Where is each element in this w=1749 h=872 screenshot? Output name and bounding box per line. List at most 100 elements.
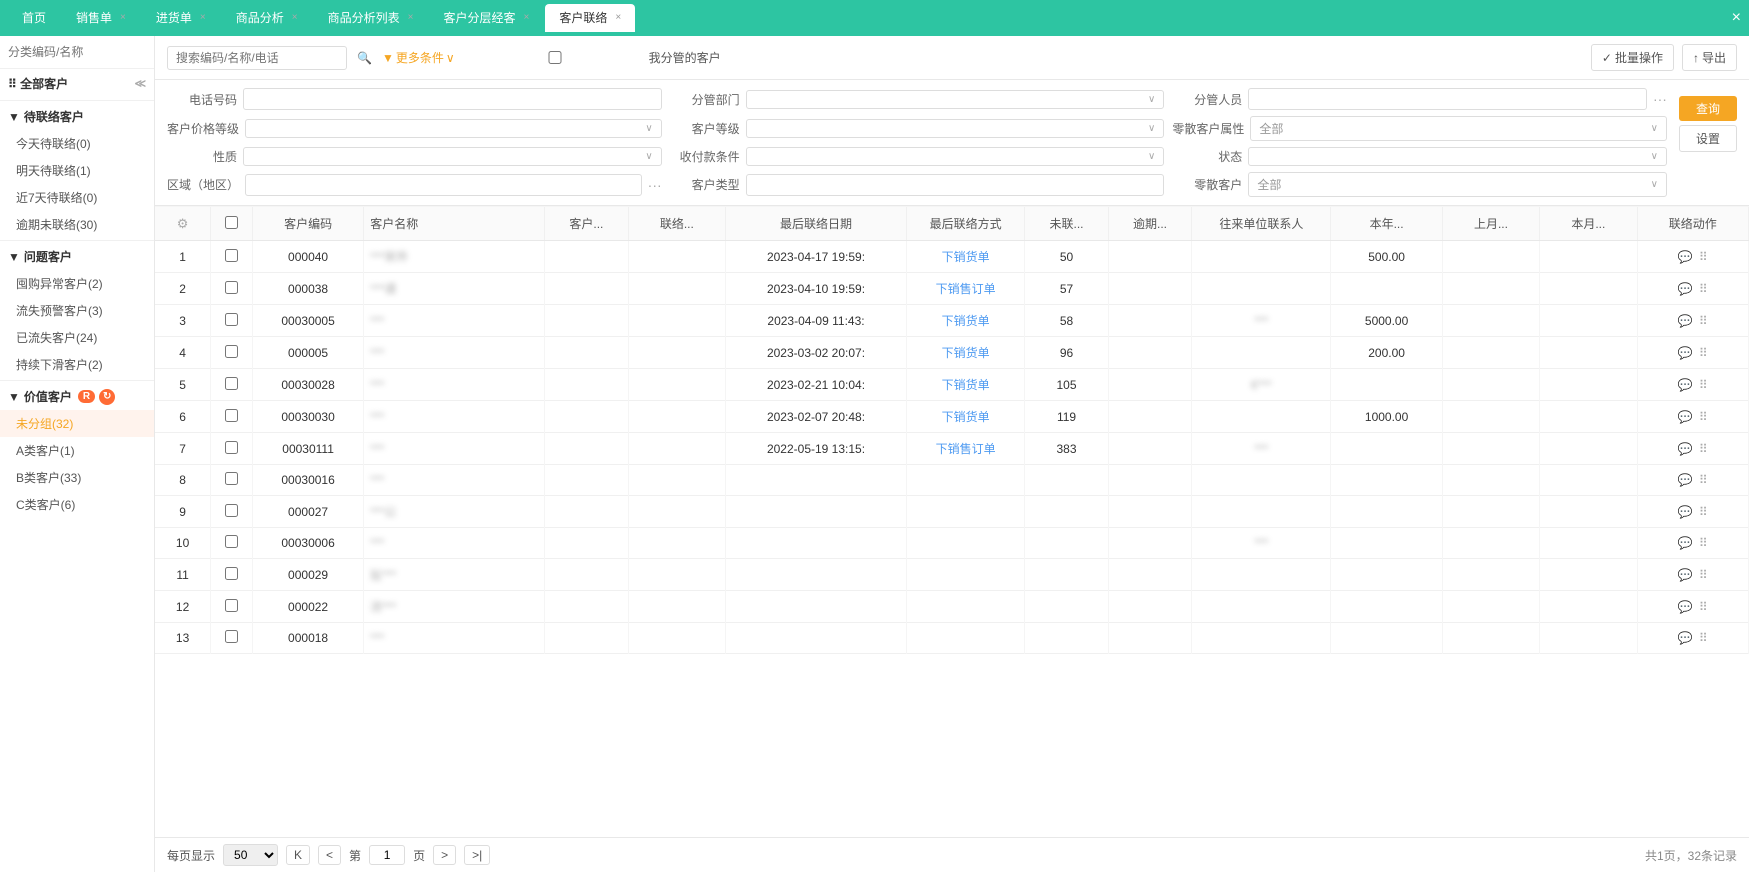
grid-icon[interactable]: ⠿ bbox=[1699, 346, 1708, 360]
message-icon[interactable]: 💬 bbox=[1678, 473, 1693, 487]
status-select[interactable]: ∨ bbox=[1248, 147, 1667, 166]
cell-checkbox[interactable] bbox=[211, 433, 253, 465]
grid-icon[interactable]: ⠿ bbox=[1699, 568, 1708, 582]
grid-icon[interactable]: ⠿ bbox=[1699, 631, 1708, 645]
message-icon[interactable]: 💬 bbox=[1678, 442, 1693, 456]
last-way-link[interactable]: 下销货单 bbox=[942, 410, 990, 424]
tab-customer-contact[interactable]: 客户联络 × bbox=[545, 4, 635, 32]
sidebar-item-tomorrow[interactable]: 明天待联络(1) bbox=[0, 157, 154, 184]
row-checkbox[interactable] bbox=[225, 504, 238, 517]
row-checkbox[interactable] bbox=[225, 281, 238, 294]
close-customer-segment-icon[interactable]: × bbox=[523, 4, 529, 32]
sidebar-search-input[interactable] bbox=[8, 45, 155, 59]
row-checkbox[interactable] bbox=[225, 441, 238, 454]
sidebar-item-ungroup[interactable]: 未分组(32) bbox=[0, 410, 154, 437]
last-way-link[interactable]: 下销货单 bbox=[942, 314, 990, 328]
sidebar-item-groupA[interactable]: A类客户(1) bbox=[0, 437, 154, 464]
tab-customer-segment[interactable]: 客户分层经客 × bbox=[429, 4, 543, 32]
problem-group-label[interactable]: ▼ 问题客户 bbox=[0, 243, 154, 270]
cell-checkbox[interactable] bbox=[211, 528, 253, 559]
level-select[interactable]: ∨ bbox=[746, 119, 1165, 138]
retail-cust-select[interactable]: 全部 ∨ bbox=[1248, 172, 1667, 197]
cell-last-way[interactable]: 下销货单 bbox=[906, 369, 1024, 401]
message-icon[interactable]: 💬 bbox=[1678, 631, 1693, 645]
row-checkbox[interactable] bbox=[225, 535, 238, 548]
pending-group-label[interactable]: ▼ 待联络客户 bbox=[0, 103, 154, 130]
grid-icon[interactable]: ⠿ bbox=[1699, 505, 1708, 519]
my-customers-check[interactable]: 我分管的客户 bbox=[465, 49, 721, 66]
sidebar-item-week[interactable]: 近7天待联络(0) bbox=[0, 184, 154, 211]
cell-checkbox[interactable] bbox=[211, 337, 253, 369]
region-dots-button[interactable]: ··· bbox=[648, 177, 662, 193]
grid-icon[interactable]: ⠿ bbox=[1699, 282, 1708, 296]
grid-icon[interactable]: ⠿ bbox=[1699, 442, 1708, 456]
cell-last-way[interactable]: 下销货单 bbox=[906, 401, 1024, 433]
cell-checkbox[interactable] bbox=[211, 623, 253, 654]
grid-icon[interactable]: ⠿ bbox=[1699, 314, 1708, 328]
cell-checkbox[interactable] bbox=[211, 559, 253, 591]
close-product-analysis-icon[interactable]: × bbox=[292, 4, 298, 32]
row-checkbox[interactable] bbox=[225, 599, 238, 612]
sidebar-item-groupB[interactable]: B类客户(33) bbox=[0, 464, 154, 491]
row-checkbox[interactable] bbox=[225, 409, 238, 422]
tab-sales[interactable]: 销售单 × bbox=[62, 4, 140, 32]
page-size-select[interactable]: 50 100 200 bbox=[223, 844, 278, 866]
grid-icon[interactable]: ⠿ bbox=[1699, 410, 1708, 424]
message-icon[interactable]: 💬 bbox=[1678, 314, 1693, 328]
cust-type-input[interactable] bbox=[746, 174, 1165, 196]
more-conditions-button[interactable]: ▼ 更多条件 ∨ bbox=[382, 49, 455, 66]
sidebar-item-churn-risk[interactable]: 流失预警客户(3) bbox=[0, 297, 154, 324]
sidebar-item-groupC[interactable]: C类客户(6) bbox=[0, 491, 154, 518]
cell-last-way[interactable]: 下销售订单 bbox=[906, 433, 1024, 465]
sidebar-item-today[interactable]: 今天待联络(0) bbox=[0, 130, 154, 157]
payment-select[interactable]: ∨ bbox=[746, 147, 1165, 166]
last-way-link[interactable]: 下销货单 bbox=[942, 346, 990, 360]
sidebar-item-lost[interactable]: 已流失客户(24) bbox=[0, 324, 154, 351]
region-input[interactable] bbox=[245, 174, 642, 196]
select-all-checkbox[interactable] bbox=[225, 216, 238, 229]
cell-last-way[interactable]: 下销货单 bbox=[906, 305, 1024, 337]
all-customers-header[interactable]: ⠿ 全部客户 ≪ bbox=[0, 69, 154, 98]
my-customers-checkbox[interactable] bbox=[465, 51, 645, 64]
row-checkbox[interactable] bbox=[225, 249, 238, 262]
settings-icon[interactable]: ⚙ bbox=[177, 216, 189, 232]
cell-checkbox[interactable] bbox=[211, 496, 253, 528]
cell-checkbox[interactable] bbox=[211, 465, 253, 496]
next-page-button[interactable]: > bbox=[433, 845, 456, 865]
page-input[interactable] bbox=[369, 845, 405, 865]
close-sales-icon[interactable]: × bbox=[120, 4, 126, 32]
tab-purchase[interactable]: 进货单 × bbox=[142, 4, 220, 32]
last-way-link[interactable]: 下销货单 bbox=[942, 378, 990, 392]
sidebar-item-overdue[interactable]: 逾期未联络(30) bbox=[0, 211, 154, 238]
grid-icon[interactable]: ⠿ bbox=[1699, 600, 1708, 614]
close-product-list-icon[interactable]: × bbox=[408, 4, 414, 32]
last-page-button[interactable]: >| bbox=[464, 845, 490, 865]
grid-icon[interactable]: ⠿ bbox=[1699, 250, 1708, 264]
close-purchase-icon[interactable]: × bbox=[200, 4, 206, 32]
grid-icon[interactable]: ⠿ bbox=[1699, 378, 1708, 392]
last-way-link[interactable]: 下销售订单 bbox=[936, 282, 996, 296]
grid-icon[interactable]: ⠿ bbox=[1699, 473, 1708, 487]
row-checkbox[interactable] bbox=[225, 313, 238, 326]
first-page-button[interactable]: K bbox=[286, 845, 310, 865]
cell-checkbox[interactable] bbox=[211, 401, 253, 433]
message-icon[interactable]: 💬 bbox=[1678, 536, 1693, 550]
cell-checkbox[interactable] bbox=[211, 305, 253, 337]
retail-attr-select[interactable]: 全部 ∨ bbox=[1250, 116, 1667, 141]
close-customer-contact-icon[interactable]: × bbox=[615, 4, 621, 32]
reset-button[interactable]: 设置 bbox=[1679, 125, 1737, 152]
tab-home[interactable]: 首页 bbox=[8, 4, 60, 32]
message-icon[interactable]: 💬 bbox=[1678, 250, 1693, 264]
search-input[interactable] bbox=[167, 46, 347, 70]
tab-product-list[interactable]: 商品分析列表 × bbox=[314, 4, 428, 32]
row-checkbox[interactable] bbox=[225, 377, 238, 390]
cell-last-way[interactable]: 下销货单 bbox=[906, 241, 1024, 273]
manager-dots-button[interactable]: ··· bbox=[1653, 91, 1667, 107]
row-checkbox[interactable] bbox=[225, 630, 238, 643]
dept-select[interactable]: ∨ bbox=[746, 90, 1165, 109]
row-checkbox[interactable] bbox=[225, 472, 238, 485]
cell-checkbox[interactable] bbox=[211, 591, 253, 623]
nature-select[interactable]: ∨ bbox=[243, 147, 662, 166]
cell-last-way[interactable]: 下销货单 bbox=[906, 337, 1024, 369]
price-level-select[interactable]: ∨ bbox=[245, 119, 662, 138]
